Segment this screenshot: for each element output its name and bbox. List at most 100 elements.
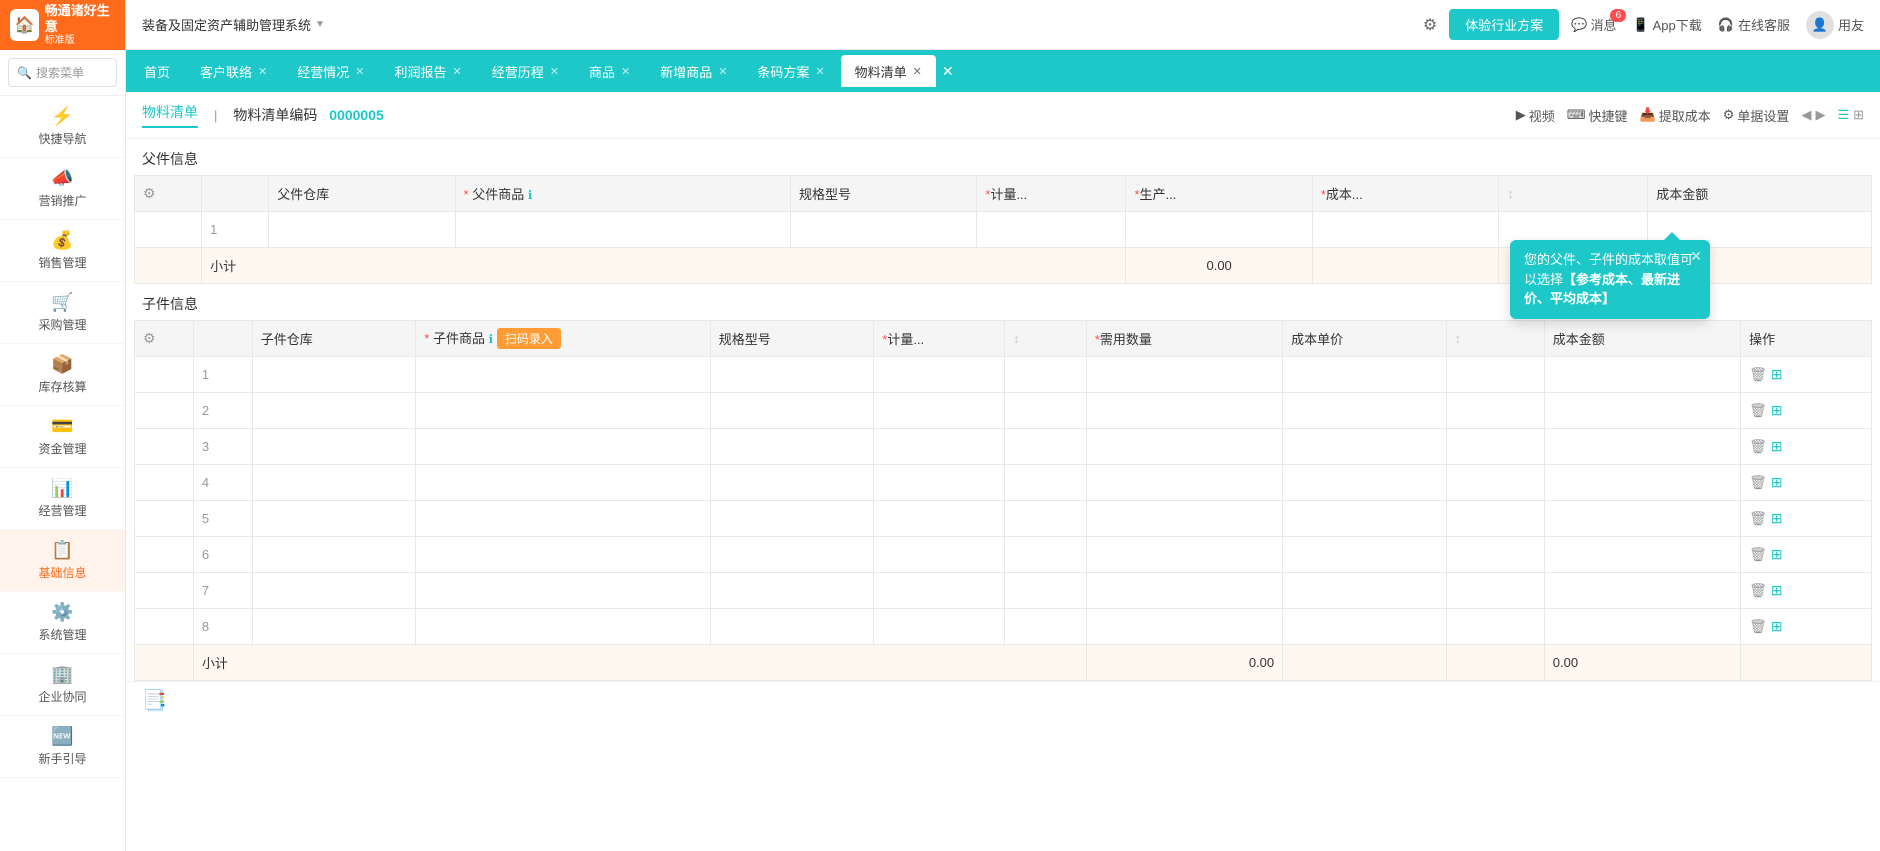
tab-home[interactable]: 首页: [130, 55, 184, 87]
copy-row-6-icon[interactable]: ⊞: [1771, 546, 1783, 563]
child-row-8-warehouse[interactable]: [252, 609, 416, 645]
child-row-6-qty[interactable]: [1086, 537, 1282, 573]
child-row-6-product[interactable]: [416, 537, 710, 573]
child-row-4-product[interactable]: [416, 465, 710, 501]
shortcut-action[interactable]: ⌨ 快捷键: [1567, 106, 1628, 125]
sidebar-item-quick-nav[interactable]: ⚡ 快捷导航: [0, 96, 125, 158]
delete-row-3-icon[interactable]: 🗑: [1749, 438, 1767, 455]
tab-customer[interactable]: 客户联络 ✕: [186, 55, 281, 87]
child-row-2-product[interactable]: [416, 393, 710, 429]
copy-row-1-icon[interactable]: ⊞: [1771, 366, 1783, 383]
child-row-7-unit[interactable]: [874, 573, 1005, 609]
sidebar-item-basic-info[interactable]: 📋 基础信息: [0, 530, 125, 592]
child-row-3-unit-cost[interactable]: [1283, 429, 1447, 465]
tab-new-product-close-icon[interactable]: ✕: [718, 65, 727, 78]
child-row-3-product[interactable]: [416, 429, 710, 465]
tab-operation-close-icon[interactable]: ✕: [355, 65, 364, 78]
copy-row-5-icon[interactable]: ⊞: [1771, 510, 1783, 527]
child-row-8-qty[interactable]: [1086, 609, 1282, 645]
list-view-icon[interactable]: ☰: [1837, 107, 1849, 123]
tab-bom[interactable]: 物料清单 ✕: [841, 55, 936, 87]
child-row-6-unit-cost[interactable]: [1283, 537, 1447, 573]
child-gear-icon[interactable]: ⚙: [143, 330, 156, 346]
child-row-5-spec[interactable]: [710, 501, 874, 537]
child-row-8-product[interactable]: [416, 609, 710, 645]
sidebar-item-inventory[interactable]: 📦 库存核算: [0, 344, 125, 406]
extract-cost-action[interactable]: 📥 提取成本: [1640, 106, 1711, 125]
system-selector[interactable]: 装备及固定资产辅助管理系统 ▼: [142, 15, 325, 34]
copy-row-4-icon[interactable]: ⊞: [1771, 474, 1783, 491]
delete-row-2-icon[interactable]: 🗑: [1749, 402, 1767, 419]
child-row-2-unit-cost[interactable]: [1283, 393, 1447, 429]
child-row-4-spec[interactable]: [710, 465, 874, 501]
sidebar-item-sales[interactable]: 💰 销售管理: [0, 220, 125, 282]
parent-row-1-product[interactable]: [455, 212, 790, 248]
child-row-4-unit[interactable]: [874, 465, 1005, 501]
sidebar-item-purchase[interactable]: 🛒 采购管理: [0, 282, 125, 344]
tab-history[interactable]: 经营历程 ✕: [478, 55, 573, 87]
page-tab-bom[interactable]: 物料清单: [142, 102, 198, 128]
child-row-8-spec[interactable]: [710, 609, 874, 645]
child-row-3-spec[interactable]: [710, 429, 874, 465]
child-row-4-unit-cost[interactable]: [1283, 465, 1447, 501]
child-row-3-unit[interactable]: [874, 429, 1005, 465]
settings-gear-icon[interactable]: ⚙: [1423, 15, 1437, 35]
child-row-7-qty[interactable]: [1086, 573, 1282, 609]
user-avatar-area[interactable]: 👤 用友: [1806, 11, 1864, 39]
tooltip-close-button[interactable]: ✕: [1690, 246, 1702, 267]
copy-row-8-icon[interactable]: ⊞: [1771, 618, 1783, 635]
child-product-info-icon[interactable]: ℹ: [489, 332, 494, 346]
parent-row-1-unit[interactable]: [977, 212, 1126, 248]
delete-row-7-icon[interactable]: 🗑: [1749, 582, 1767, 599]
child-row-1-product[interactable]: [416, 357, 710, 393]
single-settings-action[interactable]: ⚙ 单据设置: [1723, 106, 1790, 125]
child-row-5-warehouse[interactable]: [252, 501, 416, 537]
parent-product-info-icon[interactable]: ℹ: [528, 188, 533, 202]
delete-row-4-icon[interactable]: 🗑: [1749, 474, 1767, 491]
parent-row-1-warehouse[interactable]: [269, 212, 455, 248]
delete-row-5-icon[interactable]: 🗑: [1749, 510, 1767, 527]
sidebar-item-enterprise[interactable]: 🏢 企业协同: [0, 654, 125, 716]
copy-row-7-icon[interactable]: ⊞: [1771, 582, 1783, 599]
child-row-4-warehouse[interactable]: [252, 465, 416, 501]
sidebar-item-marketing[interactable]: 📣 营销推广: [0, 158, 125, 220]
tab-profit-close-icon[interactable]: ✕: [453, 65, 462, 78]
tab-customer-close-icon[interactable]: ✕: [258, 65, 267, 78]
sidebar-item-guide[interactable]: 🆕 新手引导: [0, 716, 125, 778]
child-row-1-unit-cost[interactable]: [1283, 357, 1447, 393]
child-row-3-warehouse[interactable]: [252, 429, 416, 465]
parent-row-1-spec[interactable]: [791, 212, 977, 248]
child-row-1-qty[interactable]: [1086, 357, 1282, 393]
add-row-icon[interactable]: 📑: [142, 688, 167, 713]
child-row-2-warehouse[interactable]: [252, 393, 416, 429]
copy-row-2-icon[interactable]: ⊞: [1771, 402, 1783, 419]
delete-row-1-icon[interactable]: 🗑: [1749, 366, 1767, 383]
delete-row-6-icon[interactable]: 🗑: [1749, 546, 1767, 563]
child-row-1-warehouse[interactable]: [252, 357, 416, 393]
child-row-7-product[interactable]: [416, 573, 710, 609]
copy-row-3-icon[interactable]: ⊞: [1771, 438, 1783, 455]
next-icon[interactable]: ▶: [1815, 107, 1825, 123]
tab-barcode[interactable]: 条码方案 ✕: [743, 55, 838, 87]
parent-row-1-cost[interactable]: [1312, 212, 1498, 248]
child-row-1-spec[interactable]: [710, 357, 874, 393]
child-row-2-spec[interactable]: [710, 393, 874, 429]
child-row-5-product[interactable]: [416, 501, 710, 537]
sidebar-item-operation[interactable]: 📊 经营管理: [0, 468, 125, 530]
tab-new-product[interactable]: 新增商品 ✕: [646, 55, 741, 87]
child-row-8-unit[interactable]: [874, 609, 1005, 645]
grid-view-icon[interactable]: ⊞: [1853, 107, 1864, 123]
scan-button[interactable]: 扫码录入: [497, 328, 561, 349]
tab-profit[interactable]: 利润报告 ✕: [380, 55, 475, 87]
tab-product[interactable]: 商品 ✕: [575, 55, 644, 87]
child-row-6-spec[interactable]: [710, 537, 874, 573]
sidebar-item-system[interactable]: ⚙️ 系统管理: [0, 592, 125, 654]
prev-icon[interactable]: ◀: [1801, 107, 1811, 123]
child-row-3-qty[interactable]: [1086, 429, 1282, 465]
child-row-2-unit[interactable]: [874, 393, 1005, 429]
child-row-8-unit-cost[interactable]: [1283, 609, 1447, 645]
app-download[interactable]: 📱 App下载: [1632, 15, 1701, 34]
child-row-2-qty[interactable]: [1086, 393, 1282, 429]
sidebar-search-button[interactable]: 🔍 搜索菜单: [8, 58, 117, 87]
message-badge[interactable]: 💬 消息 6: [1571, 15, 1616, 34]
